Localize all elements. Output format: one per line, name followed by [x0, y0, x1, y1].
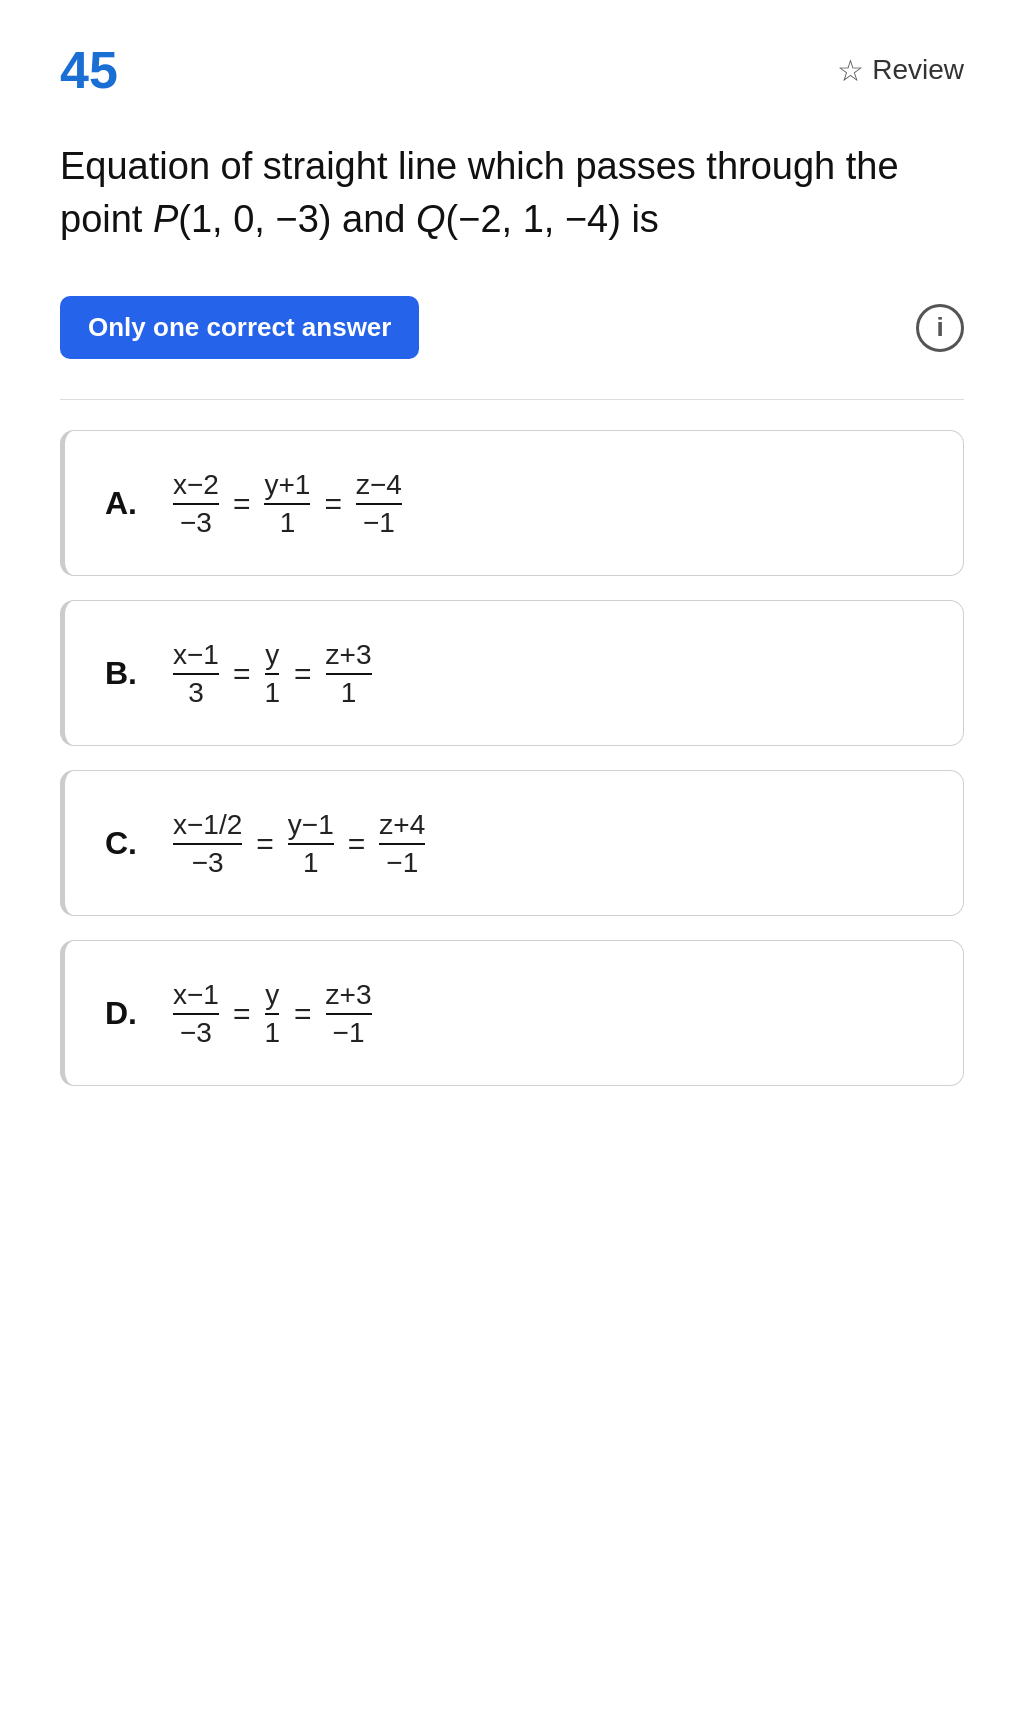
divider	[60, 399, 964, 400]
option-a-content: x−2 −3 = y+1 1 = z−4 −1	[173, 467, 402, 539]
fraction-c-3: z+4 −1	[379, 809, 425, 879]
star-icon: ☆	[837, 53, 864, 88]
review-button[interactable]: ☆ Review	[837, 53, 964, 88]
badge-row: Only one correct answer i	[60, 296, 964, 359]
fraction-a-3: z−4 −1	[356, 469, 402, 539]
option-b-content: x−1 3 = y 1 = z+3 1	[173, 637, 372, 709]
option-a[interactable]: A. x−2 −3 = y+1 1 = z−4 −1	[60, 430, 964, 576]
fraction-d-1: x−1 −3	[173, 979, 219, 1049]
fraction-c-2: y−1 1	[288, 809, 334, 879]
fraction-b-3: z+3 1	[326, 639, 372, 709]
option-c[interactable]: C. x−1/2 −3 = y−1 1 = z+4 −1	[60, 770, 964, 916]
option-d-label: D.	[105, 995, 145, 1032]
page-header: 45 ☆ Review	[60, 40, 964, 100]
fraction-a-2: y+1 1	[264, 469, 310, 539]
option-a-label: A.	[105, 485, 145, 522]
option-d-content: x−1 −3 = y 1 = z+3 −1	[173, 977, 372, 1049]
review-label: Review	[872, 54, 964, 86]
fraction-a-1: x−2 −3	[173, 469, 219, 539]
fraction-d-2: y 1	[264, 979, 280, 1049]
answer-type-badge: Only one correct answer	[60, 296, 419, 359]
question-text: Equation of straight line which passes t…	[60, 140, 964, 246]
option-d[interactable]: D. x−1 −3 = y 1 = z+3 −1	[60, 940, 964, 1086]
option-c-label: C.	[105, 825, 145, 862]
fraction-c-1: x−1/2 −3	[173, 809, 242, 879]
info-icon: i	[936, 312, 943, 343]
option-b[interactable]: B. x−1 3 = y 1 = z+3 1	[60, 600, 964, 746]
question-number: 45	[60, 40, 118, 100]
option-c-content: x−1/2 −3 = y−1 1 = z+4 −1	[173, 807, 425, 879]
fraction-d-3: z+3 −1	[326, 979, 372, 1049]
option-b-label: B.	[105, 655, 145, 692]
fraction-b-1: x−1 3	[173, 639, 219, 709]
options-list: A. x−2 −3 = y+1 1 = z−4 −1 B.	[60, 430, 964, 1086]
fraction-b-2: y 1	[264, 639, 280, 709]
info-button[interactable]: i	[916, 304, 964, 352]
